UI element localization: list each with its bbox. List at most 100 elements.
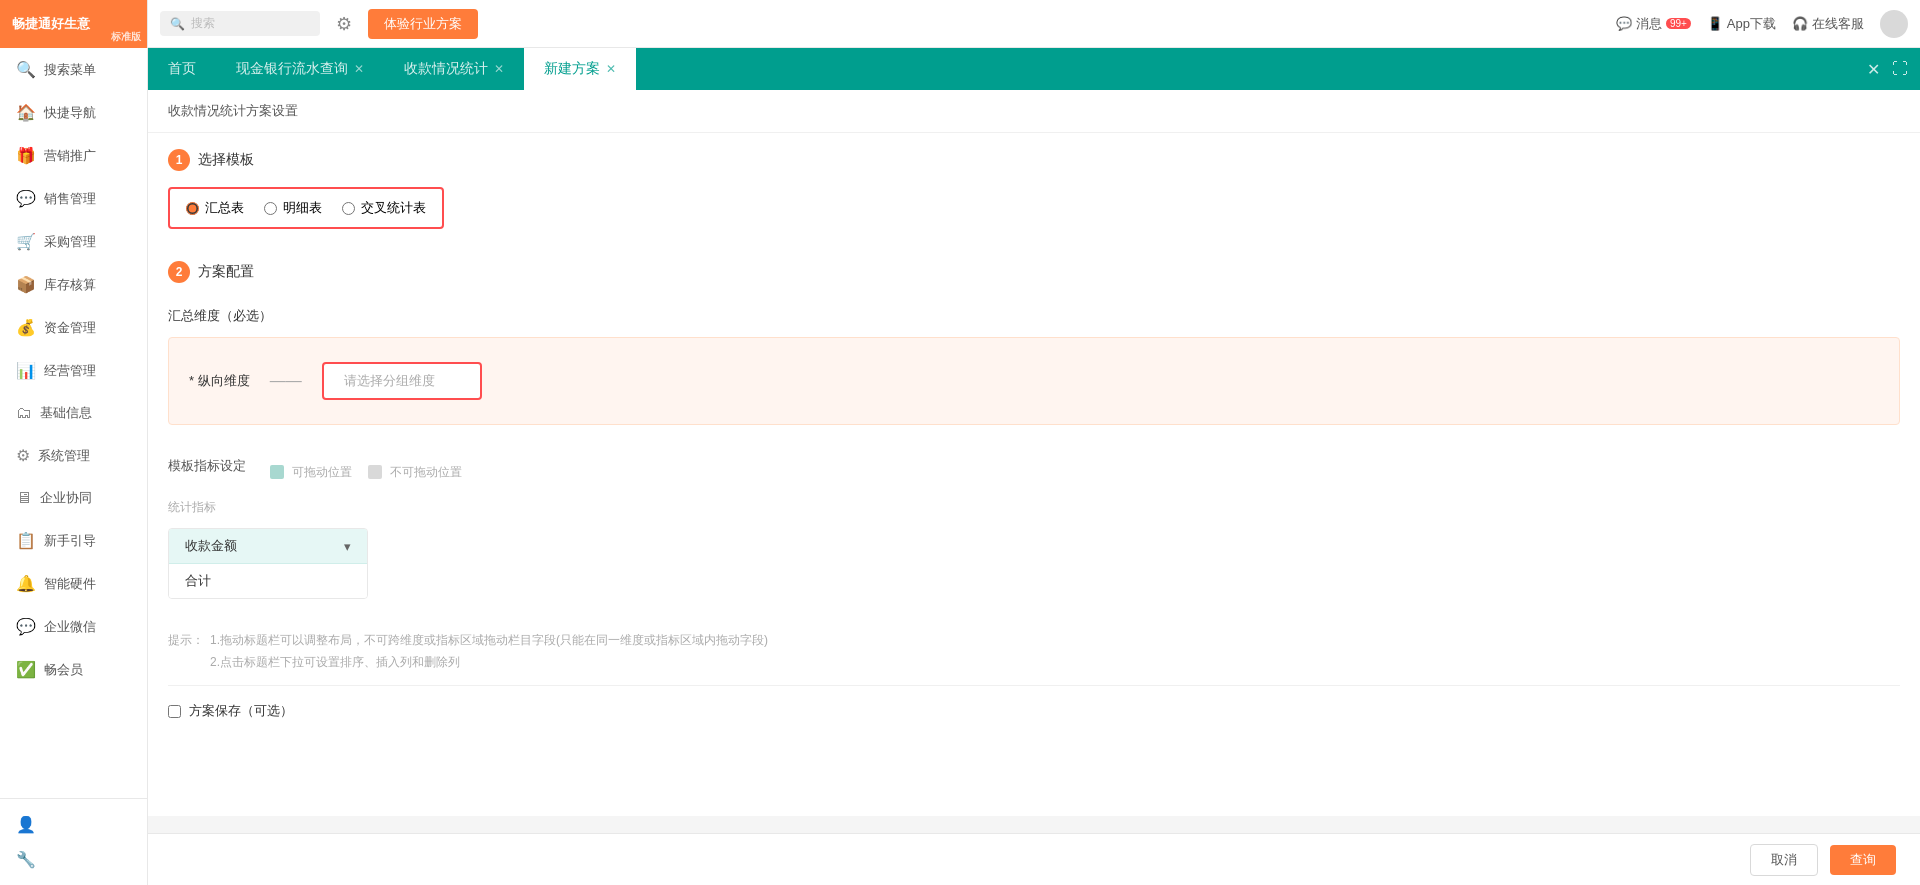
radio-cross[interactable]: 交叉统计表 [342, 199, 426, 217]
radio-summary-input[interactable] [186, 202, 199, 215]
sidebar-item-hardware[interactable]: 🔔 智能硬件 [0, 562, 147, 605]
search-icon: 🔍 [170, 17, 185, 31]
download-label: App下载 [1727, 15, 1776, 33]
search-bar[interactable]: 🔍 搜索 [160, 11, 320, 36]
dim-selector-text: 请选择分组维度 [344, 373, 435, 388]
bottom-icon1: 👤 [16, 815, 36, 834]
sidebar-icon-system: ⚙ [16, 446, 30, 465]
sidebar-icon-guide: 📋 [16, 531, 36, 550]
tab-newplan[interactable]: 新建方案✕ [524, 48, 636, 90]
page-inner: 收款情况统计方案设置 1 选择模板 汇总表 明细表 [148, 90, 1920, 816]
sidebar-item-member[interactable]: ✅ 畅会员 [0, 648, 147, 691]
movable-dot [270, 465, 284, 479]
sidebar-icon-wechat: 💬 [16, 617, 36, 636]
tab-collection[interactable]: 收款情况统计 ✕ [384, 48, 524, 90]
sidebar-item-operations[interactable]: 📊 经营管理 [0, 349, 147, 392]
tip1-text: 1.拖动标题栏可以调整布局，不可跨维度或指标区域拖动栏目字段(只能在同一维度或指… [210, 630, 768, 652]
sidebar-icon-basic: 🗂 [16, 404, 32, 422]
msg-action[interactable]: 💬 消息 99+ [1616, 15, 1691, 33]
service-action[interactable]: 🎧 在线客服 [1792, 15, 1864, 33]
step2-section: 2 方案配置 [148, 245, 1920, 307]
radio-summary-label: 汇总表 [205, 199, 244, 217]
sidebar-item-guide[interactable]: 📋 新手引导 [0, 519, 147, 562]
sidebar-item-enterprise[interactable]: 🖥 企业协同 [0, 477, 147, 519]
download-action[interactable]: 📱 App下载 [1707, 15, 1776, 33]
sidebar-item-inventory[interactable]: 📦 库存核算 [0, 263, 147, 306]
page-content: 收款情况统计方案设置 1 选择模板 汇总表 明细表 [148, 90, 1920, 885]
cancel-button[interactable]: 取消 [1750, 844, 1818, 876]
vertical-dim-label: * 纵向维度 [189, 372, 250, 390]
sidebar-icon-purchase: 🛒 [16, 232, 36, 251]
dim-selector[interactable]: 请选择分组维度 [322, 362, 482, 400]
sidebar-label-basic: 基础信息 [40, 404, 92, 422]
sidebar-item-basic[interactable]: 🗂 基础信息 [0, 392, 147, 434]
query-button[interactable]: 查询 [1830, 845, 1896, 875]
service-icon: 🎧 [1792, 16, 1808, 31]
save-label: 方案保存（可选） [189, 702, 293, 720]
radio-detail-input[interactable] [264, 202, 277, 215]
sidebar-item-search[interactable]: 🔍 搜索菜单 [0, 48, 147, 91]
sidebar-icon-hardware: 🔔 [16, 574, 36, 593]
config-section: 汇总维度（必选） * 纵向维度 —— 请选择分组维度 [148, 307, 1920, 441]
sidebar-icon-quicknav: 🏠 [16, 103, 36, 122]
radio-cross-input[interactable] [342, 202, 355, 215]
col-dropdown-icon[interactable]: ▾ [344, 539, 351, 554]
sidebar-item-wechat[interactable]: 💬 企业微信 [0, 605, 147, 648]
sidebar-label-purchase: 采购管理 [44, 233, 96, 251]
service-label: 在线客服 [1812, 15, 1864, 33]
save-checkbox[interactable] [168, 705, 181, 718]
header-actions: 💬 消息 99+ 📱 App下载 🎧 在线客服 [1616, 10, 1908, 38]
sidebar-icon-member: ✅ [16, 660, 36, 679]
user-avatar[interactable] [1880, 10, 1908, 38]
tab-label-collection: 收款情况统计 [404, 60, 488, 78]
sidebar-icon-sales: 💬 [16, 189, 36, 208]
radio-detail[interactable]: 明细表 [264, 199, 322, 217]
sidebar-item-marketing[interactable]: 🎁 营销推广 [0, 134, 147, 177]
gear-icon[interactable]: ⚙ [336, 13, 352, 35]
sidebar-item-quicknav[interactable]: 🏠 快捷导航 [0, 91, 147, 134]
step1-label: 选择模板 [198, 151, 254, 169]
sidebar-item-bottom1[interactable]: 👤 [0, 807, 147, 842]
logo-sub: 标准版 [111, 30, 141, 44]
dim-arrow: —— [270, 372, 302, 390]
sidebar-label-system: 系统管理 [38, 447, 90, 465]
indicator-section: 模板指标设定 可拖动位置 不可拖动位置 统计指标 收款金额 [148, 441, 1920, 618]
sidebar-label-wechat: 企业微信 [44, 618, 96, 636]
sidebar-icon-enterprise: 🖥 [16, 489, 32, 507]
sidebar-item-sales[interactable]: 💬 销售管理 [0, 177, 147, 220]
sidebar-label-operations: 经营管理 [44, 362, 96, 380]
sidebar-bottom: 👤 🔧 [0, 798, 147, 885]
sidebar-label-guide: 新手引导 [44, 532, 96, 550]
stat-label: 统计指标 [168, 499, 368, 516]
radio-summary[interactable]: 汇总表 [186, 199, 244, 217]
template-select-group: 汇总表 明细表 交叉统计表 [168, 187, 444, 229]
expand-icon[interactable]: ⛶ [1892, 60, 1908, 78]
sidebar-item-purchase[interactable]: 🛒 采购管理 [0, 220, 147, 263]
search-placeholder: 搜索 [191, 15, 215, 32]
tab-cashflow[interactable]: 现金银行流水查询✕ [216, 48, 384, 90]
industry-btn[interactable]: 体验行业方案 [368, 9, 478, 39]
dimension-title: 汇总维度（必选） [168, 307, 1900, 325]
sidebar-item-system[interactable]: ⚙ 系统管理 [0, 434, 147, 477]
tip2-line: 提示： 2.点击标题栏下拉可设置排序、插入列和删除列 [168, 652, 1900, 674]
tab-close-cashflow[interactable]: ✕ [354, 62, 364, 76]
msg-icon: 💬 [1616, 16, 1632, 31]
sidebar-icon-marketing: 🎁 [16, 146, 36, 165]
logo-text: 畅捷通好生意 [12, 16, 90, 32]
sidebar-item-finance[interactable]: 💰 资金管理 [0, 306, 147, 349]
sidebar-item-bottom2[interactable]: 🔧 [0, 842, 147, 877]
tab-bar: 首页现金银行流水查询✕收款情况统计✕新建方案✕ ✕ ⛶ [148, 48, 1920, 90]
sidebar-label-member: 畅会员 [44, 661, 83, 679]
tip1-line: 提示： 1.拖动标题栏可以调整布局，不可跨维度或指标区域拖动栏目字段(只能在同一… [168, 630, 1900, 652]
sidebar-label-quicknav: 快捷导航 [44, 104, 96, 122]
step1-badge: 1 [168, 149, 190, 171]
indicator-col-header[interactable]: 收款金额 ▾ [169, 529, 367, 564]
tab-label-home: 首页 [168, 60, 196, 78]
close-window-icon[interactable]: ✕ [1867, 60, 1880, 79]
tab-close-newplan[interactable]: ✕ [606, 62, 616, 76]
tab-close-collection[interactable]: ✕ [494, 62, 504, 76]
dimension-area: * 纵向维度 —— 请选择分组维度 [168, 337, 1900, 425]
sidebar-label-search: 搜索菜单 [44, 61, 96, 79]
tab-home[interactable]: 首页 [148, 48, 216, 90]
tab-bar-actions: ✕ ⛶ [1867, 60, 1920, 79]
